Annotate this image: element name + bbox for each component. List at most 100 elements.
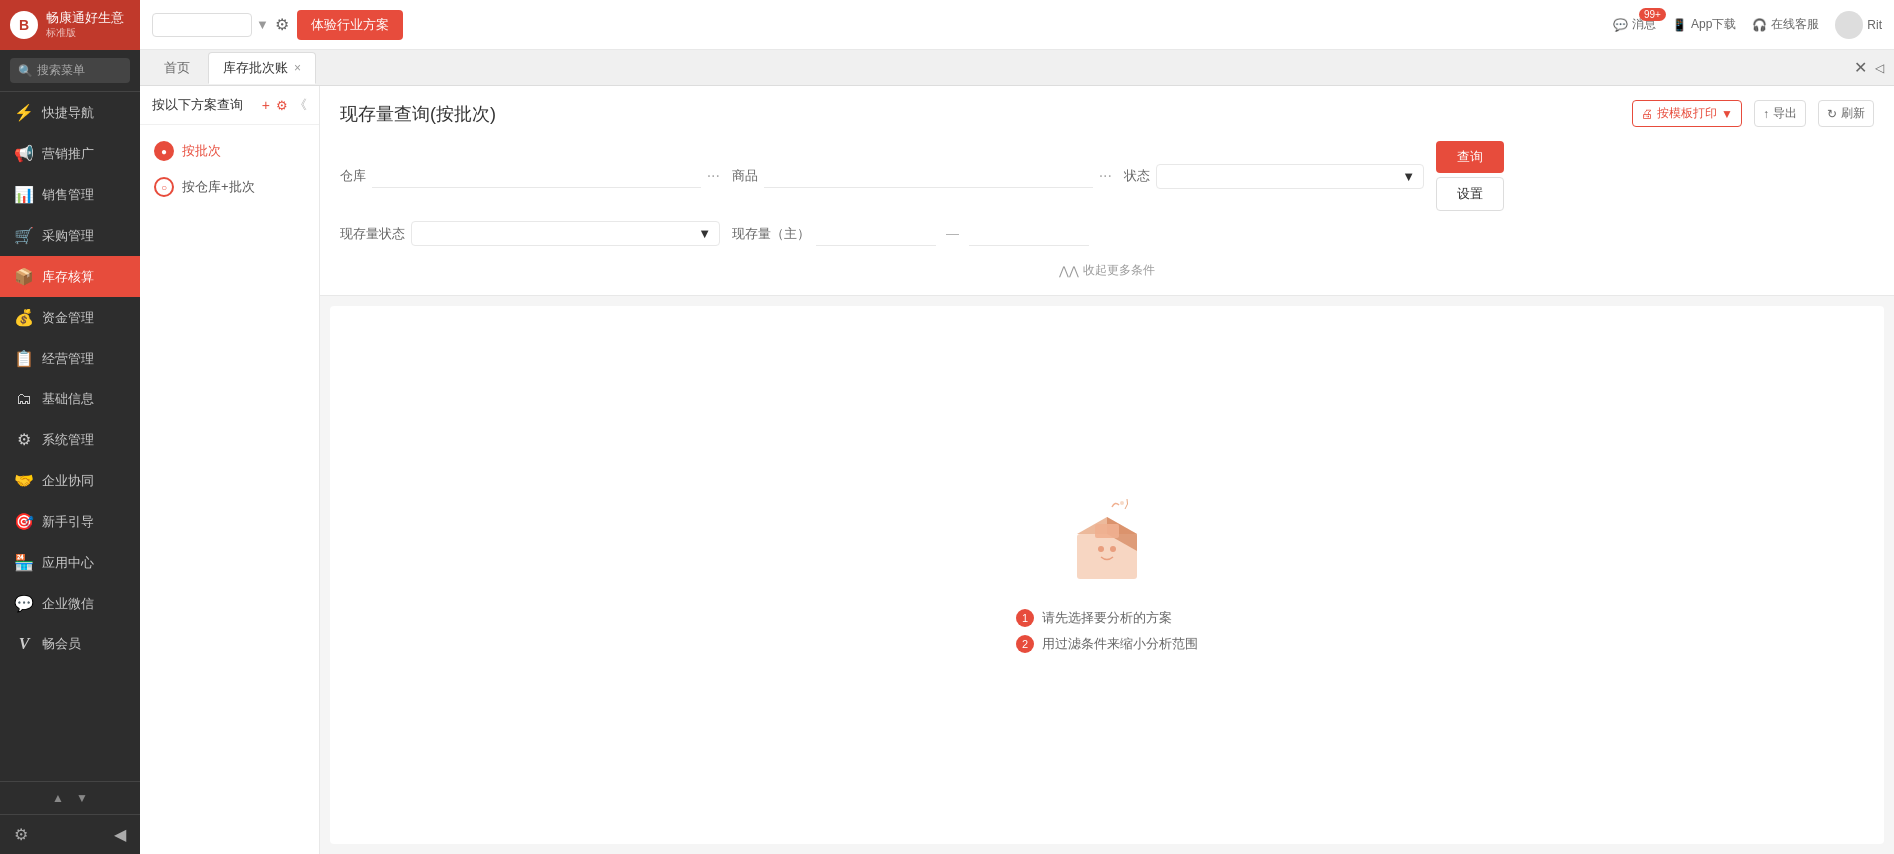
search-menu-input[interactable]: 🔍 搜索菜单: [10, 58, 130, 83]
refresh-btn[interactable]: ↻ 刷新: [1818, 100, 1874, 127]
step-1-text: 请先选择要分析的方案: [1042, 609, 1172, 627]
sidebar-bottom: ⚙ ◀: [0, 814, 140, 854]
filter-row-1: 仓库 ··· 商品 ··· 状态 ▼: [340, 141, 1874, 211]
appstore-icon: 🏪: [14, 553, 34, 572]
print-template-btn[interactable]: 🖨 按模板打印 ▼: [1632, 100, 1742, 127]
page-actions: 🖨 按模板打印 ▼ ↑ 导出 ↻ 刷新: [1632, 100, 1874, 127]
phone-icon: 📱: [1672, 18, 1687, 32]
sidebar-item-label: 基础信息: [42, 390, 94, 408]
scheme-list: ● 按批次 ○ 按仓库+批次: [140, 125, 319, 213]
sidebar-item-quick-nav[interactable]: ⚡ 快捷导航: [0, 92, 140, 133]
sidebar-item-finance[interactable]: 💰 资金管理: [0, 297, 140, 338]
print-template-label: 按模板打印: [1657, 105, 1717, 122]
product-input[interactable]: [764, 164, 1093, 188]
chevron-down-icon[interactable]: ▼: [256, 17, 269, 32]
svg-point-4: [1098, 546, 1104, 552]
tab-inventory-batch[interactable]: 库存批次账 ×: [208, 52, 316, 84]
print-chevron-icon: ▼: [1721, 107, 1733, 121]
page-title: 现存量查询(按批次): [340, 102, 496, 126]
empty-state: 1 请先选择要分析的方案 2 用过滤条件来缩小分析范围: [330, 306, 1884, 844]
left-panel: 按以下方案查询 + ⚙ 《 ● 按批次 ○ 按仓库+批次: [140, 86, 320, 854]
refresh-label: 刷新: [1841, 105, 1865, 122]
sidebar-item-label: 经营管理: [42, 350, 94, 368]
search-icon: 🔍: [18, 64, 33, 78]
tab-right-panel: ✕ ◁: [1854, 58, 1884, 77]
settings-bottom-icon[interactable]: ⚙: [14, 825, 28, 844]
scheme-settings-btn[interactable]: ⚙: [276, 98, 288, 113]
user-profile-btn[interactable]: Rit: [1835, 11, 1882, 39]
sidebar-item-sales[interactable]: 📊 销售管理: [0, 174, 140, 215]
sidebar-item-label: 营销推广: [42, 145, 94, 163]
sidebar: B 畅康通好生意 标准版 🔍 搜索菜单 ⚡ 快捷导航 📢 营销推广 📊 销售管理…: [0, 0, 140, 854]
quick-nav-icon: ⚡: [14, 103, 34, 122]
stock-status-select[interactable]: ▼: [411, 221, 720, 246]
sidebar-item-member[interactable]: V 畅会员: [0, 624, 140, 664]
collapse-left-panel-btn[interactable]: 《: [294, 96, 307, 114]
app-download-label: App下载: [1691, 16, 1736, 33]
settings-btn[interactable]: 设置: [1436, 177, 1504, 211]
empty-step-1: 1 请先选择要分析的方案: [1016, 609, 1198, 627]
headset-icon: 🎧: [1752, 18, 1767, 32]
breadcrumb-input[interactable]: [152, 13, 252, 37]
sidebar-item-business[interactable]: 📋 经营管理: [0, 338, 140, 379]
avatar: [1835, 11, 1863, 39]
sidebar-item-inventory[interactable]: 📦 库存核算: [0, 256, 140, 297]
add-scheme-btn[interactable]: +: [262, 97, 270, 113]
sidebar-item-label: 企业协同: [42, 472, 94, 490]
sidebar-item-guide[interactable]: 🎯 新手引导: [0, 501, 140, 542]
finance-icon: 💰: [14, 308, 34, 327]
sidebar-item-enterprise[interactable]: 🤝 企业协同: [0, 460, 140, 501]
sidebar-item-basics[interactable]: 🗂 基础信息: [0, 379, 140, 419]
scheme-icon-by-warehouse-batch: ○: [154, 177, 174, 197]
sidebar-item-system[interactable]: ⚙ 系统管理: [0, 419, 140, 460]
warehouse-filter: 仓库 ···: [340, 164, 720, 188]
inventory-icon: 📦: [14, 267, 34, 286]
scroll-down-btn[interactable]: ▼: [72, 788, 92, 808]
sidebar-header: B 畅康通好生意 标准版: [0, 0, 140, 50]
export-btn[interactable]: ↑ 导出: [1754, 100, 1806, 127]
tab-inventory-batch-label: 库存批次账: [223, 59, 288, 77]
range-separator: —: [942, 226, 963, 241]
sidebar-nav: ⚡ 快捷导航 📢 营销推广 📊 销售管理 🛒 采购管理 📦 库存核算 💰 资金管…: [0, 92, 140, 781]
purchase-icon: 🛒: [14, 226, 34, 245]
marketing-icon: 📢: [14, 144, 34, 163]
customer-service-btn[interactable]: 🎧 在线客服: [1752, 16, 1819, 33]
warehouse-input[interactable]: [372, 164, 701, 188]
sidebar-item-label: 企业微信: [42, 595, 94, 613]
scheme-item-by-batch[interactable]: ● 按批次: [140, 133, 319, 169]
scheme-item-by-warehouse-batch[interactable]: ○ 按仓库+批次: [140, 169, 319, 205]
collapse-more-btn[interactable]: ⋀⋀ 收起更多条件: [340, 256, 1874, 285]
tab-close-icon[interactable]: ×: [294, 61, 301, 75]
status-select[interactable]: ▼: [1156, 164, 1424, 189]
sidebar-item-marketing[interactable]: 📢 营销推广: [0, 133, 140, 174]
warehouse-more-btn[interactable]: ···: [707, 167, 720, 185]
empty-steps: 1 请先选择要分析的方案 2 用过滤条件来缩小分析范围: [1016, 609, 1198, 661]
refresh-icon: ↻: [1827, 107, 1837, 121]
filter-row-2: 现存量状态 ▼ 现存量（主） —: [340, 221, 1874, 246]
query-btn[interactable]: 查询: [1436, 141, 1504, 173]
business-icon: 📋: [14, 349, 34, 368]
sidebar-search-area[interactable]: 🔍 搜索菜单: [0, 50, 140, 92]
trial-btn[interactable]: 体验行业方案: [297, 10, 403, 40]
sidebar-item-appstore[interactable]: 🏪 应用中心: [0, 542, 140, 583]
stock-amount-min-input[interactable]: [816, 222, 936, 246]
sidebar-item-label: 资金管理: [42, 309, 94, 327]
app-download-btn[interactable]: 📱 App下载: [1672, 16, 1736, 33]
collapse-sidebar-btn[interactable]: ◀: [114, 825, 126, 844]
sidebar-item-purchase[interactable]: 🛒 采购管理: [0, 215, 140, 256]
messages-btn[interactable]: 💬 消息 99+: [1613, 16, 1656, 33]
stock-amount-max-input[interactable]: [969, 222, 1089, 246]
product-more-btn[interactable]: ···: [1099, 167, 1112, 185]
export-label: 导出: [1773, 105, 1797, 122]
sidebar-item-weixin[interactable]: 💬 企业微信: [0, 583, 140, 624]
collapse-more-label: 收起更多条件: [1083, 262, 1155, 279]
stock-status-filter: 现存量状态 ▼: [340, 221, 720, 246]
left-panel-actions: + ⚙ 《: [262, 96, 307, 114]
close-panel-btn[interactable]: ✕: [1854, 58, 1867, 77]
svg-point-5: [1110, 546, 1116, 552]
scroll-up-btn[interactable]: ▲: [48, 788, 68, 808]
sidebar-item-label: 系统管理: [42, 431, 94, 449]
expand-panel-btn[interactable]: ◁: [1875, 61, 1884, 75]
topbar-gear-icon[interactable]: ⚙: [275, 15, 289, 34]
tab-home[interactable]: 首页: [150, 53, 204, 83]
